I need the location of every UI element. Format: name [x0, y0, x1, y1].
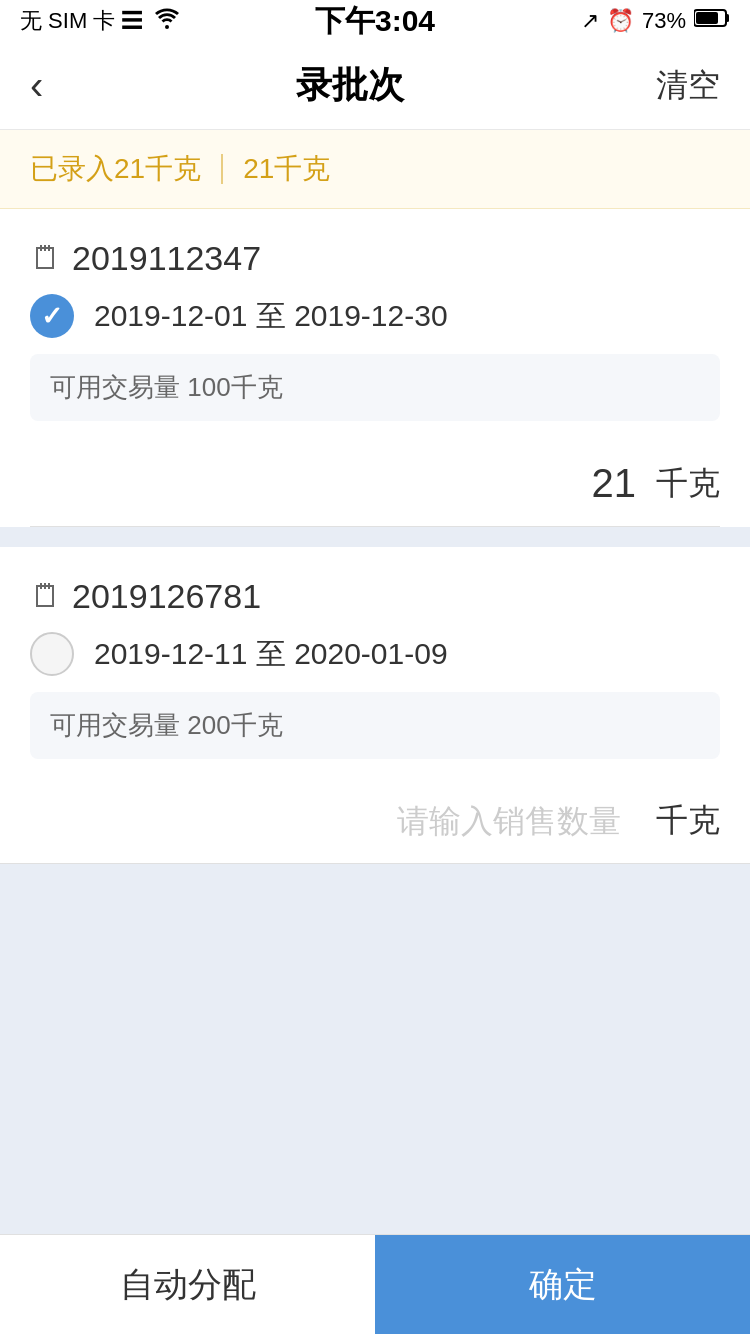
- nav-bar: ‹ 录批次 清空: [0, 42, 750, 130]
- batch-2-quantity-row: 千克: [0, 779, 750, 864]
- sim-text: 无 SIM 卡 ☰: [20, 6, 143, 36]
- page-title: 录批次: [296, 61, 404, 110]
- batch-1-quantity-row: 21 千克: [0, 441, 750, 526]
- batch-1-availability: 可用交易量 100千克: [30, 354, 720, 421]
- status-left: 无 SIM 卡 ☰: [20, 6, 181, 36]
- clear-button[interactable]: 清空: [656, 64, 720, 108]
- batch-2-section: 🗒 2019126781 2019-12-11 至 2020-01-09 可用交…: [0, 547, 750, 864]
- info-value: 21千克: [243, 150, 330, 188]
- auto-distribute-button[interactable]: 自动分配: [0, 1235, 375, 1334]
- back-button[interactable]: ‹: [30, 63, 43, 108]
- info-banner: 已录入21千克 21千克: [0, 130, 750, 209]
- battery-icon: [694, 8, 730, 34]
- batch-2-card: 🗒 2019126781 2019-12-11 至 2020-01-09 可用交…: [0, 547, 750, 759]
- confirm-label: 确定: [529, 1262, 597, 1308]
- batch-2-unit: 千克: [656, 799, 720, 843]
- alarm-icon: ⏰: [607, 8, 634, 34]
- batch-1-card: 🗒 2019112347 2019-12-01 至 2019-12-30 可用交…: [0, 209, 750, 421]
- batch-2-date: 2019-12-11 至 2020-01-09: [94, 634, 448, 675]
- status-time: 下午3:04: [315, 1, 435, 42]
- auto-distribute-label: 自动分配: [120, 1262, 256, 1308]
- batch-1-quantity-value: 21: [592, 461, 637, 506]
- confirm-button[interactable]: 确定: [375, 1235, 750, 1334]
- batch-2-header: 🗒 2019126781: [30, 577, 720, 616]
- batch-2-radio[interactable]: [30, 632, 74, 676]
- batch-2-availability: 可用交易量 200千克: [30, 692, 720, 759]
- batch-1-radio[interactable]: [30, 294, 74, 338]
- batch-2-id: 2019126781: [72, 577, 261, 616]
- batch-1-date: 2019-12-01 至 2019-12-30: [94, 296, 448, 337]
- section-divider-1: [0, 527, 750, 547]
- batch-1-date-row: 2019-12-01 至 2019-12-30: [30, 294, 720, 338]
- batch-2-icon: 🗒: [30, 578, 62, 615]
- svg-rect-1: [726, 14, 729, 22]
- bottom-area: [0, 864, 750, 1264]
- info-label: 已录入21千克: [30, 150, 201, 188]
- batch-2-quantity-input[interactable]: [336, 803, 636, 840]
- location-icon: ↗: [581, 8, 599, 34]
- battery-percent: 73%: [642, 8, 686, 34]
- batch-1-section: 🗒 2019112347 2019-12-01 至 2019-12-30 可用交…: [0, 209, 750, 527]
- footer: 自动分配 确定: [0, 1234, 750, 1334]
- batch-1-icon: 🗒: [30, 240, 62, 277]
- batch-2-date-row: 2019-12-11 至 2020-01-09: [30, 632, 720, 676]
- info-divider: [221, 154, 223, 184]
- batch-1-header: 🗒 2019112347: [30, 239, 720, 278]
- status-right: ↗ ⏰ 73%: [581, 8, 730, 34]
- batch-1-quantity-unit: 千克: [656, 462, 720, 506]
- wifi-icon: [153, 7, 181, 35]
- svg-rect-2: [696, 12, 718, 24]
- content-wrapper: 🗒 2019112347 2019-12-01 至 2019-12-30 可用交…: [0, 209, 750, 1334]
- status-bar: 无 SIM 卡 ☰ 下午3:04 ↗ ⏰ 73%: [0, 0, 750, 42]
- batch-1-id: 2019112347: [72, 239, 261, 278]
